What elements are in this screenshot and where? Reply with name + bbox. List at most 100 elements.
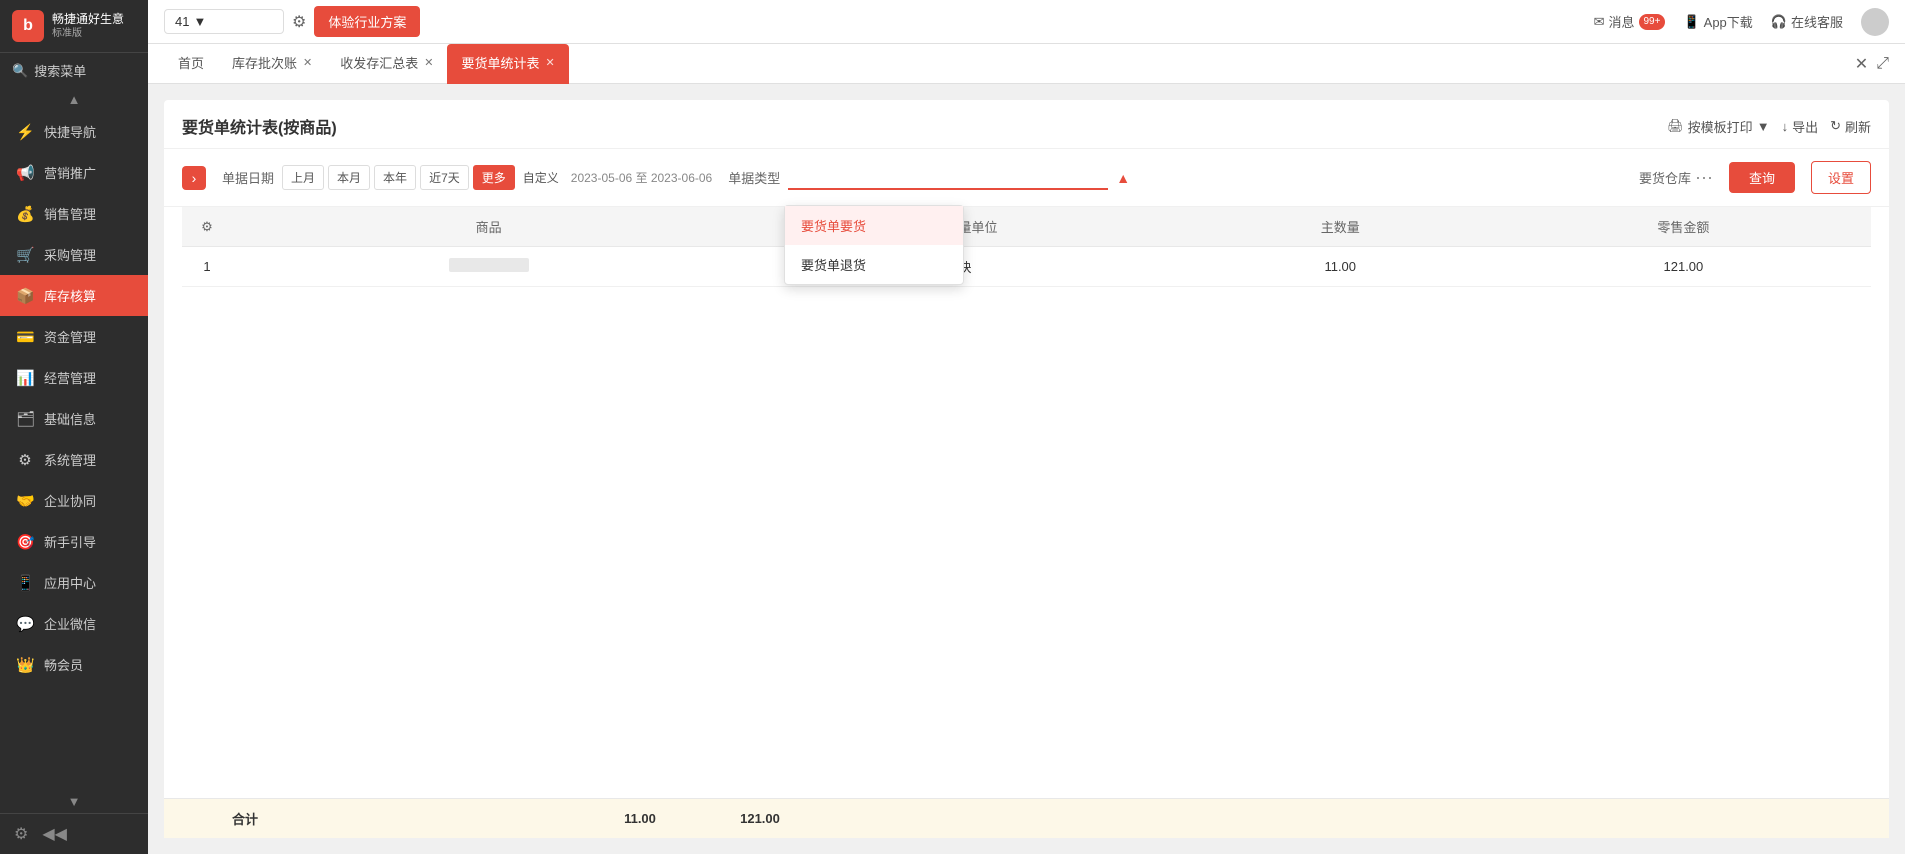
date-btn-more[interactable]: 更多 [473, 165, 515, 190]
date-range-display: 2023-05-06 至 2023-06-06 [571, 169, 712, 186]
date-custom-btn[interactable]: 自定义 [523, 169, 559, 186]
sidebar-item-finance[interactable]: 💳 资金管理 [0, 316, 148, 357]
app-center-icon: 📱 [16, 574, 34, 592]
finance-icon: 💳 [16, 328, 34, 346]
refresh-action[interactable]: ↻ 刷新 [1830, 117, 1871, 136]
date-btn-this-year[interactable]: 本年 [374, 165, 416, 190]
tab-inventory-batch-close[interactable]: ✕ [303, 56, 312, 69]
support-item[interactable]: 🎧 在线客服 [1771, 12, 1843, 31]
sidebar-item-wechat[interactable]: 💬 企业微信 [0, 603, 148, 644]
sidebar-collapse-icon[interactable]: ◀◀ [42, 824, 67, 844]
tabbar: 首页 库存批次账 ✕ 收发存汇总表 ✕ 要货单统计表 ✕ ✕ ⤢ [148, 44, 1905, 84]
sidebar-item-label: 应用中心 [44, 573, 96, 592]
date-filter-group: 单据日期 上月 本月 本年 近7天 更多 自定义 2023-05-06 至 20… [222, 165, 712, 190]
table-row: 1 块 11.00 121.00 [182, 247, 1871, 287]
sidebar-footer: ⚙ ◀◀ [0, 813, 148, 854]
date-btn-7days[interactable]: 近7天 [420, 165, 469, 190]
operations-icon: 📊 [16, 369, 34, 387]
tab-expand-button[interactable]: ⤢ [1876, 54, 1889, 74]
dropdown-item-order-goods[interactable]: 要货单要货 [785, 206, 963, 245]
col-amount: 零售金额 [1496, 207, 1871, 247]
query-button[interactable]: 查询 [1729, 162, 1795, 193]
sidebar-item-member[interactable]: 👑 畅会员 [0, 644, 148, 685]
type-filter-arrow[interactable]: ▲ [1116, 170, 1130, 186]
sidebar-item-base-info[interactable]: 🗂 基础信息 [0, 398, 148, 439]
export-action[interactable]: ↓ 导出 [1782, 117, 1819, 136]
marketing-icon: 📢 [16, 164, 34, 182]
tab-inventory-batch[interactable]: 库存批次账 ✕ [218, 44, 326, 84]
tab-close-all-button[interactable]: ✕ [1855, 54, 1868, 74]
settings-button[interactable]: 设置 [1811, 161, 1871, 194]
avatar[interactable] [1861, 8, 1889, 36]
footer-qty: 11.00 [580, 811, 700, 826]
system-icon: ⚙ [16, 451, 34, 469]
sidebar-logo: b 畅捷通好生意 标准版 [0, 0, 148, 53]
tab-recv-summary[interactable]: 收发存汇总表 ✕ [326, 44, 447, 84]
logo-icon: b [12, 10, 44, 42]
sidebar-item-guide[interactable]: 🎯 新手引导 [0, 521, 148, 562]
tab-order-summary-close[interactable]: ✕ [546, 56, 555, 69]
messages-item[interactable]: ✉ 消息 99+ [1594, 12, 1666, 31]
topbar-settings-icon[interactable]: ⚙ [292, 12, 306, 32]
col-settings[interactable]: ⚙ [182, 207, 232, 247]
messages-label: 消息 [1608, 12, 1634, 31]
table-footer: 合计 11.00 121.00 [164, 798, 1889, 838]
tab-order-summary[interactable]: 要货单统计表 ✕ [447, 44, 568, 84]
member-icon: 👑 [16, 656, 34, 674]
store-name: 41 [175, 14, 189, 29]
sidebar-item-app-center[interactable]: 📱 应用中心 [0, 562, 148, 603]
tab-home[interactable]: 首页 [164, 44, 218, 84]
sidebar-settings-icon[interactable]: ⚙ [14, 824, 28, 844]
sidebar-item-label: 营销推广 [44, 163, 96, 182]
sidebar-item-enterprise[interactable]: 🤝 企业协同 [0, 480, 148, 521]
sidebar-item-operations[interactable]: 📊 经营管理 [0, 357, 148, 398]
print-dropdown-icon: ▼ [1757, 119, 1770, 134]
sidebar-item-marketing[interactable]: 📢 营销推广 [0, 152, 148, 193]
type-filter-input[interactable] [788, 165, 1108, 190]
cell-no: 1 [182, 247, 232, 287]
tab-recv-summary-close[interactable]: ✕ [424, 56, 433, 69]
date-btn-this-month[interactable]: 本月 [328, 165, 370, 190]
tab-recv-summary-label: 收发存汇总表 [340, 53, 418, 72]
table-container: ⚙ 商品 主计量单位 主数量 零售金额 1 [164, 207, 1889, 798]
sidebar-scroll-up[interactable]: ▲ [0, 88, 148, 111]
cell-amount: 121.00 [1496, 247, 1871, 287]
search-label: 搜索菜单 [34, 61, 86, 80]
page-header: 要货单统计表(按商品) 🖨 按模板打印 ▼ ↓ 导出 ↻ 刷新 [164, 100, 1889, 149]
filter-expand-button[interactable]: › [182, 166, 206, 190]
sidebar-scroll-down[interactable]: ▼ [0, 790, 148, 813]
table-settings-icon[interactable]: ⚙ [201, 219, 213, 234]
sidebar-item-system[interactable]: ⚙ 系统管理 [0, 439, 148, 480]
topbar-right: ✉ 消息 99+ 📱 App下载 🎧 在线客服 [1594, 8, 1889, 36]
warehouse-filter-more[interactable]: ··· [1695, 167, 1713, 188]
trial-button[interactable]: 体验行业方案 [314, 6, 420, 37]
search-icon: 🔍 [12, 63, 28, 79]
sidebar-item-quick-nav[interactable]: ⚡ 快捷导航 [0, 111, 148, 152]
sidebar-item-purchase[interactable]: 🛒 采购管理 [0, 234, 148, 275]
sales-icon: 💰 [16, 205, 34, 223]
date-btn-last-month[interactable]: 上月 [282, 165, 324, 190]
sidebar-item-sales[interactable]: 💰 销售管理 [0, 193, 148, 234]
dropdown-item-order-return[interactable]: 要货单退货 [785, 245, 963, 284]
sidebar-search[interactable]: 🔍 搜索菜单 [0, 53, 148, 88]
sidebar: b 畅捷通好生意 标准版 🔍 搜索菜单 ▲ ⚡ 快捷导航 📢 营销推广 💰 销售… [0, 0, 148, 854]
topbar: 41 ▼ ⚙ 体验行业方案 ✉ 消息 99+ 📱 App下载 🎧 在线客服 [148, 0, 1905, 44]
app-download-icon: 📱 [1683, 14, 1699, 30]
app-download-item[interactable]: 📱 App下载 [1683, 12, 1752, 31]
sidebar-item-inventory[interactable]: 📦 库存核算 [0, 275, 148, 316]
sidebar-nav: ⚡ 快捷导航 📢 营销推广 💰 销售管理 🛒 采购管理 📦 库存核算 💳 资金管… [0, 111, 148, 790]
print-action[interactable]: 🖨 按模板打印 ▼ [1667, 117, 1769, 136]
wechat-icon: 💬 [16, 615, 34, 633]
date-filter-label: 单据日期 [222, 168, 274, 187]
message-icon: ✉ [1594, 14, 1605, 30]
sidebar-item-label: 采购管理 [44, 245, 96, 264]
header-actions: 🖨 按模板打印 ▼ ↓ 导出 ↻ 刷新 [1667, 117, 1871, 136]
content-area: 要货单统计表(按商品) 🖨 按模板打印 ▼ ↓ 导出 ↻ 刷新 [148, 84, 1905, 854]
sidebar-item-label: 快捷导航 [44, 122, 96, 141]
table-body: 1 块 11.00 121.00 [182, 247, 1871, 287]
support-icon: 🎧 [1771, 14, 1787, 30]
print-icon: 🖨 [1667, 118, 1684, 134]
sidebar-item-label: 资金管理 [44, 327, 96, 346]
store-selector[interactable]: 41 ▼ [164, 9, 284, 34]
messages-badge: 99+ [1639, 14, 1666, 30]
